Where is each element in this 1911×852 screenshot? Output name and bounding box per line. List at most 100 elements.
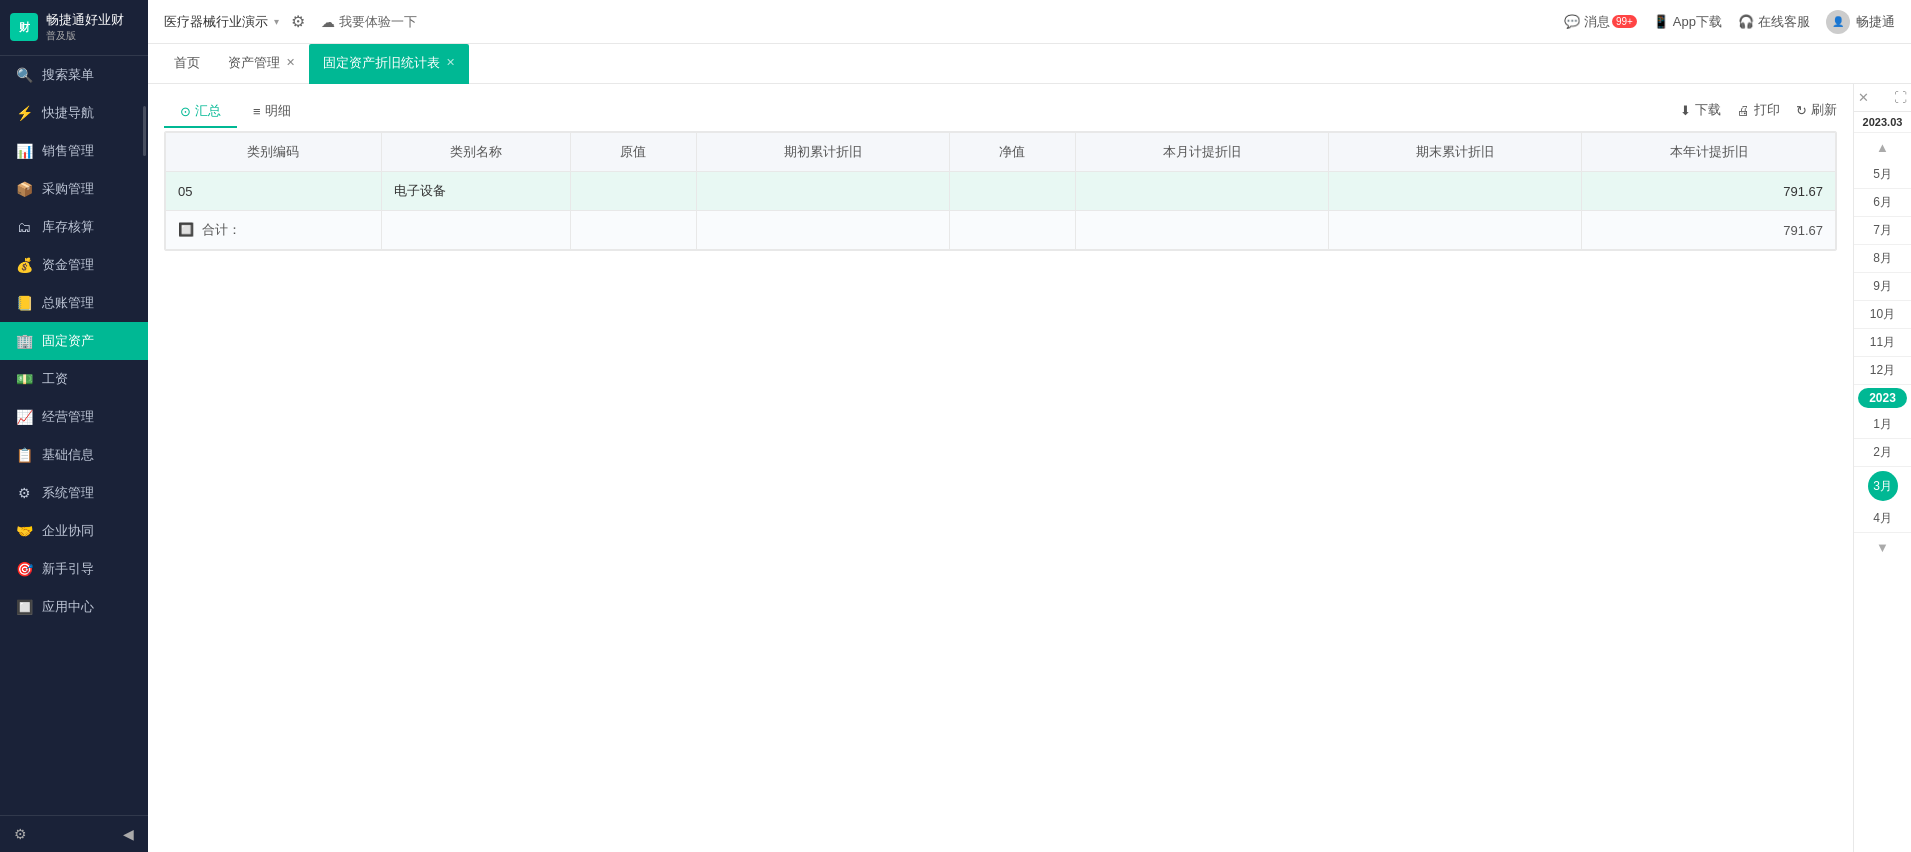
company-chevron-icon[interactable]: ▾ [274,16,279,27]
sidebar-item-label: 系统管理 [42,484,94,502]
col-ending-accum: 期末累计折旧 [1329,133,1582,172]
date-item-6[interactable]: 6月 [1854,189,1911,217]
sidebar-item-salary[interactable]: 💵 工资 [0,360,148,398]
system-icon: ⚙ [14,485,34,501]
tab-depreciation-close-icon[interactable]: ✕ [446,56,455,69]
col-initial-accum: 期初累计折旧 [696,133,949,172]
date-scroll-down-icon[interactable]: ▼ [1873,537,1893,557]
experience-label: 我要体验一下 [339,13,417,31]
app-download-btn[interactable]: 📱 App下载 [1653,13,1722,31]
message-btn[interactable]: 💬 消息 99+ [1564,13,1637,31]
tab-asset-label: 资产管理 [228,54,280,72]
sub-tab-summary-label: 汇总 [195,102,221,120]
collab-icon: 🤝 [14,523,34,539]
date-item-8[interactable]: 8月 [1854,245,1911,273]
sidebar-item-label: 新手引导 [42,560,94,578]
sidebar-item-system[interactable]: ⚙ 系统管理 [0,474,148,512]
date-item-10[interactable]: 10月 [1854,301,1911,329]
date-item-11[interactable]: 11月 [1854,329,1911,357]
date-scroll-up-icon[interactable]: ▲ [1873,137,1893,157]
sidebar-item-label: 采购管理 [42,180,94,198]
total-net [950,211,1076,250]
detail-icon: ≡ [253,104,261,119]
refresh-btn[interactable]: ↻ 刷新 [1796,101,1837,119]
sidebar-item-purchase[interactable]: 📦 采购管理 [0,170,148,208]
online-service-label: 在线客服 [1758,13,1810,31]
message-badge: 99+ [1612,15,1637,28]
date-panel-expand-icon[interactable]: ⛶ [1894,90,1907,105]
sidebar-item-operations[interactable]: 📈 经营管理 [0,398,148,436]
footer-collapse-icon[interactable]: ◀ [123,826,134,842]
tab-home[interactable]: 首页 [160,44,214,84]
date-item-3-current[interactable]: 3月 [1868,471,1898,501]
sidebar-header: 财 畅捷通好业财 普及版 [0,0,148,56]
tab-depreciation-table[interactable]: 固定资产折旧统计表 ✕ [309,44,469,84]
total-annual: 791.67 [1582,211,1836,250]
experience-btn[interactable]: ☁ 我要体验一下 [321,13,417,31]
sidebar-item-ledger[interactable]: 📒 总账管理 [0,284,148,322]
tab-asset-close-icon[interactable]: ✕ [286,56,295,69]
row-net [950,172,1076,211]
sidebar-item-funds[interactable]: 💰 资金管理 [0,246,148,284]
refresh-icon: ↻ [1796,103,1807,118]
sidebar-item-label: 总账管理 [42,294,94,312]
sidebar-item-label: 快捷导航 [42,104,94,122]
topbar: 医疗器械行业演示 ▾ ⚙ ☁ 我要体验一下 💬 消息 99+ 📱 App下载 🎧… [148,0,1911,44]
quicknav-icon: ⚡ [14,105,34,121]
date-current-month-wrapper: 3月 [1854,467,1911,505]
sidebar-item-search[interactable]: 🔍 搜索菜单 [0,56,148,94]
row-annual: 791.67 [1582,172,1836,211]
sidebar-item-label: 库存核算 [42,218,94,236]
print-label: 打印 [1754,101,1780,119]
year-badge[interactable]: 2023 [1858,388,1907,408]
total-text: 合计： [202,222,241,237]
main-area: 医疗器械行业演示 ▾ ⚙ ☁ 我要体验一下 💬 消息 99+ 📱 App下载 🎧… [148,0,1911,852]
print-icon: 🖨 [1737,103,1750,118]
total-name [381,211,570,250]
download-btn[interactable]: ⬇ 下载 [1680,101,1721,119]
settings-gear-icon[interactable]: ⚙ [291,12,305,31]
sub-tab-detail[interactable]: ≡ 明细 [237,96,307,128]
sidebar-item-app-center[interactable]: 🔲 应用中心 [0,588,148,626]
sidebar-item-basic-info[interactable]: 📋 基础信息 [0,436,148,474]
date-item-7[interactable]: 7月 [1854,217,1911,245]
date-item-9[interactable]: 9月 [1854,273,1911,301]
col-name: 类别名称 [381,133,570,172]
app-logo: 财 [10,13,38,41]
basic-info-icon: 📋 [14,447,34,463]
sidebar-item-inventory[interactable]: 🗂 库存核算 [0,208,148,246]
date-item-2[interactable]: 2月 [1854,439,1911,467]
sidebar-item-quicknav[interactable]: ⚡ 快捷导航 [0,94,148,132]
download-toolbar-icon: ⬇ [1680,103,1691,118]
total-row: 🔲 合计： 791.67 [166,211,1836,250]
user-area[interactable]: 👤 畅捷通 [1826,10,1895,34]
sidebar-item-fixed-assets[interactable]: 🏢 固定资产 [0,322,148,360]
date-item-12[interactable]: 12月 [1854,357,1911,385]
app-info: 畅捷通好业财 普及版 [46,12,124,43]
footer-settings-icon[interactable]: ⚙ [14,826,27,842]
main-content: ⊙ 汇总 ≡ 明细 ⬇ 下载 🖨 打印 [148,84,1853,852]
funds-icon: 💰 [14,257,34,273]
salary-icon: 💵 [14,371,34,387]
sub-tab-summary[interactable]: ⊙ 汇总 [164,96,237,128]
sidebar-item-guide[interactable]: 🎯 新手引导 [0,550,148,588]
sidebar-item-label: 固定资产 [42,332,94,350]
summary-icon: ⊙ [180,104,191,119]
date-item-1[interactable]: 1月 [1854,411,1911,439]
fixed-assets-icon: 🏢 [14,333,34,349]
topbar-right: 💬 消息 99+ 📱 App下载 🎧 在线客服 👤 畅捷通 [1564,10,1895,34]
download-label: 下载 [1695,101,1721,119]
sidebar-item-label: 基础信息 [42,446,94,464]
date-panel-close-icon[interactable]: ✕ [1858,90,1869,105]
sidebar-item-sales[interactable]: 📊 销售管理 [0,132,148,170]
date-item-5[interactable]: 5月 [1854,161,1911,189]
date-item-4[interactable]: 4月 [1854,505,1911,533]
date-scroll[interactable]: 2023.03 ▲ 5月 6月 7月 8月 9月 10月 11月 12月 202… [1854,112,1911,852]
print-btn[interactable]: 🖨 打印 [1737,101,1780,119]
experience-cloud-icon: ☁ [321,14,335,30]
online-service-btn[interactable]: 🎧 在线客服 [1738,13,1810,31]
tab-asset-management[interactable]: 资产管理 ✕ [214,44,309,84]
date-panel-header: ✕ ⛶ [1854,84,1911,112]
message-icon: 💬 [1564,14,1580,29]
sidebar-item-collab[interactable]: 🤝 企业协同 [0,512,148,550]
